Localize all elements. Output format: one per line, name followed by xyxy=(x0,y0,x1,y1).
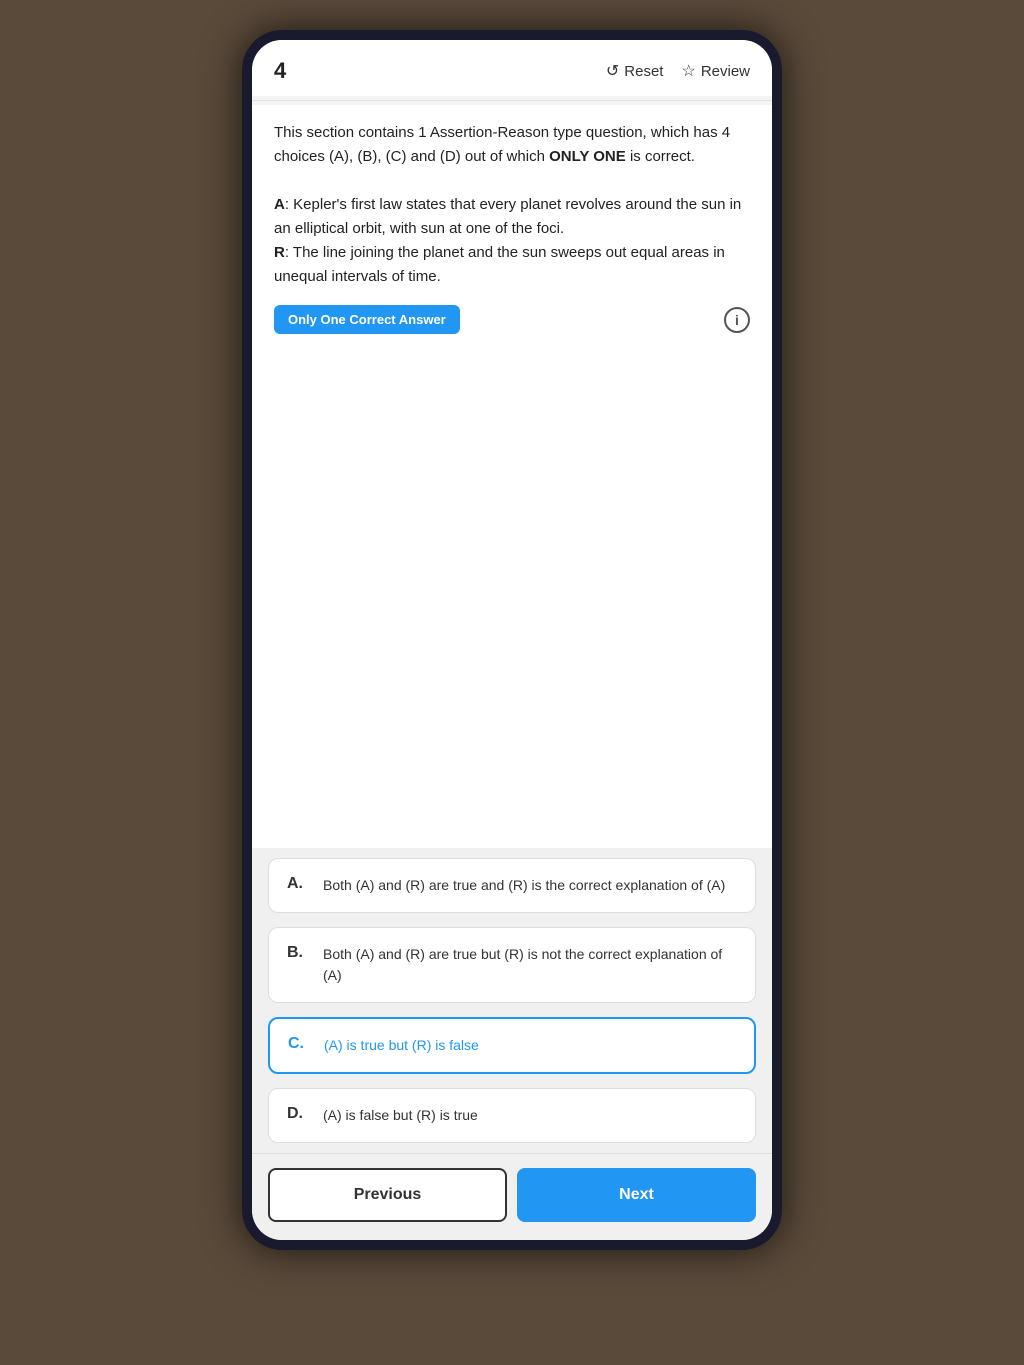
option-d-text: (A) is false but (R) is true xyxy=(323,1105,478,1126)
question-intro: This section contains 1 Assertion-Reason… xyxy=(274,121,750,289)
badge-row: Only One Correct Answer i xyxy=(274,305,750,334)
review-icon: ☆ xyxy=(681,61,695,81)
header: 4 ↺ Reset ☆ Review xyxy=(252,40,772,96)
option-c-label: C. xyxy=(288,1035,310,1053)
question-number: 4 xyxy=(274,58,286,84)
option-b-label: B. xyxy=(287,944,309,962)
reason-text: : The line joining the planet and the su… xyxy=(274,244,725,285)
assertion-text: : Kepler's first law states that every p… xyxy=(274,196,741,237)
reason-label: R xyxy=(274,244,285,261)
option-c-card[interactable]: C. (A) is true but (R) is false xyxy=(268,1017,756,1074)
option-a-label: A. xyxy=(287,875,309,893)
content-area: This section contains 1 Assertion-Reason… xyxy=(252,105,772,848)
option-c-text: (A) is true but (R) is false xyxy=(324,1035,479,1056)
answer-type-badge: Only One Correct Answer xyxy=(274,305,460,334)
option-a-card[interactable]: A. Both (A) and (R) are true and (R) is … xyxy=(268,858,756,913)
phone-frame: 4 ↺ Reset ☆ Review This section contains… xyxy=(242,30,782,1250)
phone-screen: 4 ↺ Reset ☆ Review This section contains… xyxy=(252,40,772,1240)
bottom-nav: Previous Next xyxy=(252,1153,772,1240)
info-icon[interactable]: i xyxy=(724,307,750,333)
options-area: A. Both (A) and (R) are true and (R) is … xyxy=(252,848,772,1153)
header-divider xyxy=(252,100,772,101)
option-d-label: D. xyxy=(287,1105,309,1123)
next-button[interactable]: Next xyxy=(517,1168,756,1222)
header-actions: ↺ Reset ☆ Review xyxy=(606,61,750,81)
option-a-text: Both (A) and (R) are true and (R) is the… xyxy=(323,875,725,896)
option-d-card[interactable]: D. (A) is false but (R) is true xyxy=(268,1088,756,1143)
assertion-label: A xyxy=(274,196,285,213)
reset-button[interactable]: ↺ Reset xyxy=(606,61,664,81)
option-b-card[interactable]: B. Both (A) and (R) are true but (R) is … xyxy=(268,927,756,1003)
reset-label: Reset xyxy=(624,63,663,80)
reset-icon: ↺ xyxy=(606,61,619,81)
review-label: Review xyxy=(701,63,750,80)
option-b-text: Both (A) and (R) are true but (R) is not… xyxy=(323,944,737,986)
bold-text: ONLY ONE xyxy=(549,148,626,165)
previous-button[interactable]: Previous xyxy=(268,1168,507,1222)
review-button[interactable]: ☆ Review xyxy=(681,61,750,81)
